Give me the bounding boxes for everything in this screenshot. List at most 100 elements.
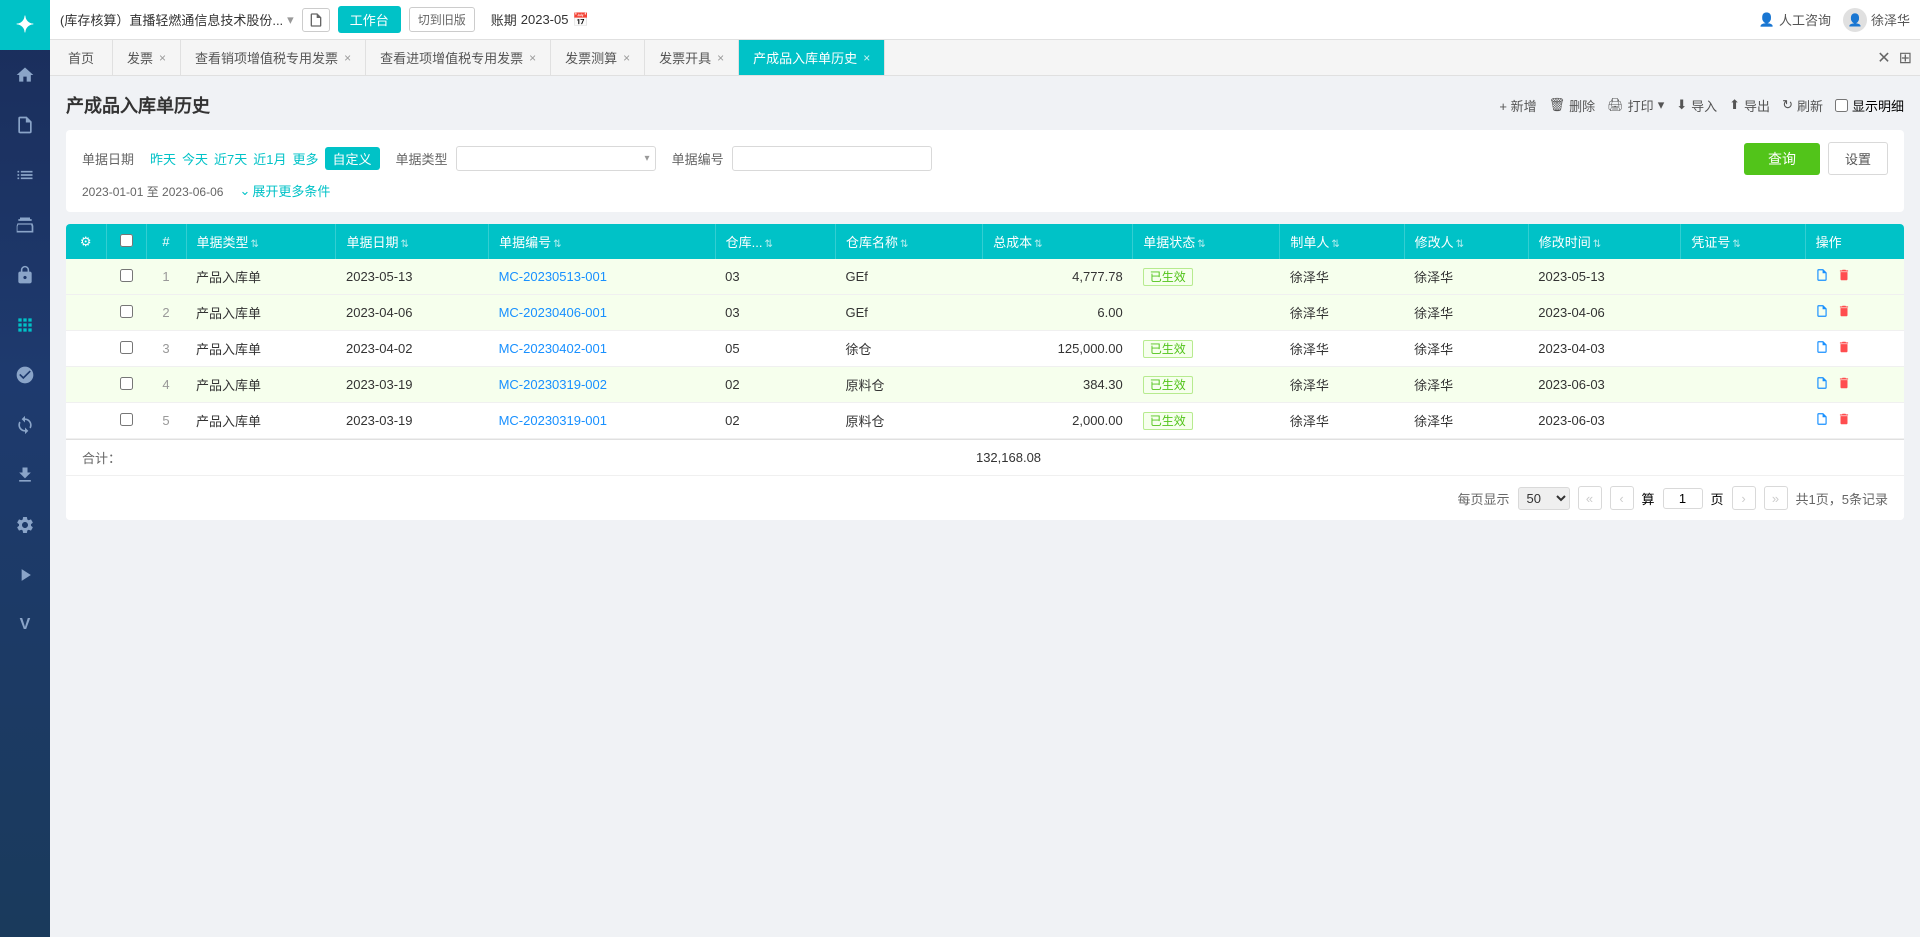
- sidebar-item-version[interactable]: V: [0, 600, 50, 650]
- td-check-3[interactable]: [106, 367, 146, 403]
- tab-close-all-button[interactable]: ✕: [1877, 48, 1890, 68]
- record-link-1[interactable]: MC-20230406-001: [499, 305, 607, 320]
- td-check-2[interactable]: [106, 331, 146, 367]
- page-number-input[interactable]: [1663, 488, 1703, 509]
- th-warehouse-name[interactable]: 仓库名称⇅: [836, 224, 983, 259]
- date-yesterday-btn[interactable]: 昨天: [150, 149, 176, 168]
- select-all-checkbox[interactable]: [120, 234, 133, 247]
- refresh-button[interactable]: ↻ 刷新: [1782, 96, 1823, 115]
- delete-action-3[interactable]: [1837, 376, 1851, 393]
- tab-invoice-open-close[interactable]: ×: [717, 51, 724, 65]
- delete-action-2[interactable]: [1837, 340, 1851, 357]
- sidebar-item-task[interactable]: [0, 350, 50, 400]
- tab-view-input[interactable]: 查看进项增值税专用发票 ×: [366, 40, 551, 76]
- tab-invoice[interactable]: 发票 ×: [113, 40, 181, 76]
- tab-invoice-close[interactable]: ×: [159, 51, 166, 65]
- th-voucher[interactable]: 凭证号⇅: [1681, 224, 1805, 259]
- date-1month-btn[interactable]: 近1月: [253, 149, 286, 168]
- prev-page-button[interactable]: ‹: [1610, 486, 1634, 510]
- sidebar-item-video[interactable]: [0, 550, 50, 600]
- sidebar-item-home[interactable]: [0, 50, 50, 100]
- sidebar-item-settings[interactable]: [0, 500, 50, 550]
- record-link-2[interactable]: MC-20230402-001: [499, 341, 607, 356]
- th-type[interactable]: 单据类型⇅: [186, 224, 336, 259]
- tab-product-history[interactable]: 产成品入库单历史 ×: [739, 40, 885, 76]
- first-page-button[interactable]: «: [1578, 486, 1602, 510]
- sidebar-item-download[interactable]: [0, 450, 50, 500]
- sidebar-item-doc[interactable]: [0, 100, 50, 150]
- type-filter-select[interactable]: [456, 146, 656, 171]
- td-number-4[interactable]: MC-20230319-001: [489, 403, 716, 439]
- print-button[interactable]: 🖨 打印 ▾: [1607, 96, 1664, 115]
- th-modifier[interactable]: 修改人⇅: [1404, 224, 1528, 259]
- expand-filter-btn[interactable]: ⌄ 展开更多条件: [239, 181, 330, 200]
- th-creator[interactable]: 制单人⇅: [1280, 224, 1404, 259]
- sidebar-item-lock[interactable]: [0, 250, 50, 300]
- view-action-4[interactable]: [1815, 412, 1829, 429]
- delete-button[interactable]: 🗑 删除: [1549, 96, 1596, 115]
- delete-action-4[interactable]: [1837, 412, 1851, 429]
- th-date[interactable]: 单据日期⇅: [336, 224, 489, 259]
- doc-button[interactable]: [302, 8, 330, 32]
- th-check[interactable]: [106, 224, 146, 259]
- sidebar-item-inventory[interactable]: [0, 200, 50, 250]
- show-detail-toggle[interactable]: 显示明细: [1835, 96, 1904, 115]
- view-action-2[interactable]: [1815, 340, 1829, 357]
- number-filter-input[interactable]: [732, 146, 932, 171]
- tab-view-input-close[interactable]: ×: [529, 51, 536, 65]
- last-page-button[interactable]: »: [1764, 486, 1788, 510]
- column-settings-icon[interactable]: ⚙: [80, 234, 92, 249]
- query-button[interactable]: 查询: [1744, 143, 1820, 175]
- view-action-3[interactable]: [1815, 376, 1829, 393]
- user-button[interactable]: 👤 徐泽华: [1843, 8, 1910, 32]
- sidebar-item-process[interactable]: [0, 400, 50, 450]
- import-button[interactable]: ⬇ 导入: [1676, 96, 1717, 115]
- tab-invoice-calc-close[interactable]: ×: [623, 51, 630, 65]
- row-checkbox-3[interactable]: [120, 377, 133, 390]
- row-checkbox-2[interactable]: [120, 341, 133, 354]
- date-custom-btn[interactable]: 自定义: [325, 147, 380, 170]
- switch-version-button[interactable]: 切到旧版: [409, 7, 475, 32]
- th-warehouse-code[interactable]: 仓库...⇅: [715, 224, 835, 259]
- calendar-icon[interactable]: 📅: [572, 12, 588, 28]
- delete-action-0[interactable]: [1837, 268, 1851, 285]
- record-link-3[interactable]: MC-20230319-002: [499, 377, 607, 392]
- td-number-2[interactable]: MC-20230402-001: [489, 331, 716, 367]
- row-checkbox-0[interactable]: [120, 269, 133, 282]
- th-status[interactable]: 单据状态⇅: [1133, 224, 1280, 259]
- view-action-1[interactable]: [1815, 304, 1829, 321]
- per-page-select[interactable]: 50 10 20 100: [1518, 487, 1570, 510]
- td-check-1[interactable]: [106, 295, 146, 331]
- td-check-0[interactable]: [106, 259, 146, 295]
- company-selector[interactable]: (库存核算）直播轻燃通信息技术股份... ▾: [60, 10, 294, 29]
- th-total-cost[interactable]: 总成本⇅: [983, 224, 1133, 259]
- row-checkbox-4[interactable]: [120, 413, 133, 426]
- th-settings[interactable]: ⚙: [66, 224, 106, 259]
- tab-home[interactable]: 首页: [50, 40, 113, 76]
- tab-view-output[interactable]: 查看销项增值税专用发票 ×: [181, 40, 366, 76]
- view-action-0[interactable]: [1815, 268, 1829, 285]
- date-more-btn[interactable]: 更多: [293, 149, 319, 168]
- record-link-0[interactable]: MC-20230513-001: [499, 269, 607, 284]
- new-button[interactable]: + 新增: [1499, 96, 1536, 115]
- date-today-btn[interactable]: 今天: [182, 149, 208, 168]
- row-checkbox-1[interactable]: [120, 305, 133, 318]
- th-number[interactable]: 单据编号⇅: [489, 224, 716, 259]
- setting-button[interactable]: 设置: [1828, 142, 1888, 175]
- delete-action-1[interactable]: [1837, 304, 1851, 321]
- tab-invoice-open[interactable]: 发票开具 ×: [645, 40, 739, 76]
- tab-invoice-calc[interactable]: 发票测算 ×: [551, 40, 645, 76]
- help-button[interactable]: 👤 人工咨询: [1759, 10, 1831, 29]
- tab-view-output-close[interactable]: ×: [344, 51, 351, 65]
- export-button[interactable]: ⬆ 导出: [1729, 96, 1770, 115]
- date-7days-btn[interactable]: 近7天: [214, 149, 247, 168]
- th-modify-time[interactable]: 修改时间⇅: [1528, 224, 1681, 259]
- td-number-0[interactable]: MC-20230513-001: [489, 259, 716, 295]
- td-number-1[interactable]: MC-20230406-001: [489, 295, 716, 331]
- show-detail-checkbox[interactable]: [1835, 99, 1848, 112]
- tab-expand-button[interactable]: ⊞: [1899, 48, 1912, 68]
- next-page-button[interactable]: ›: [1732, 486, 1756, 510]
- record-link-4[interactable]: MC-20230319-001: [499, 413, 607, 428]
- workbench-button[interactable]: 工作台: [338, 6, 401, 33]
- td-check-4[interactable]: [106, 403, 146, 439]
